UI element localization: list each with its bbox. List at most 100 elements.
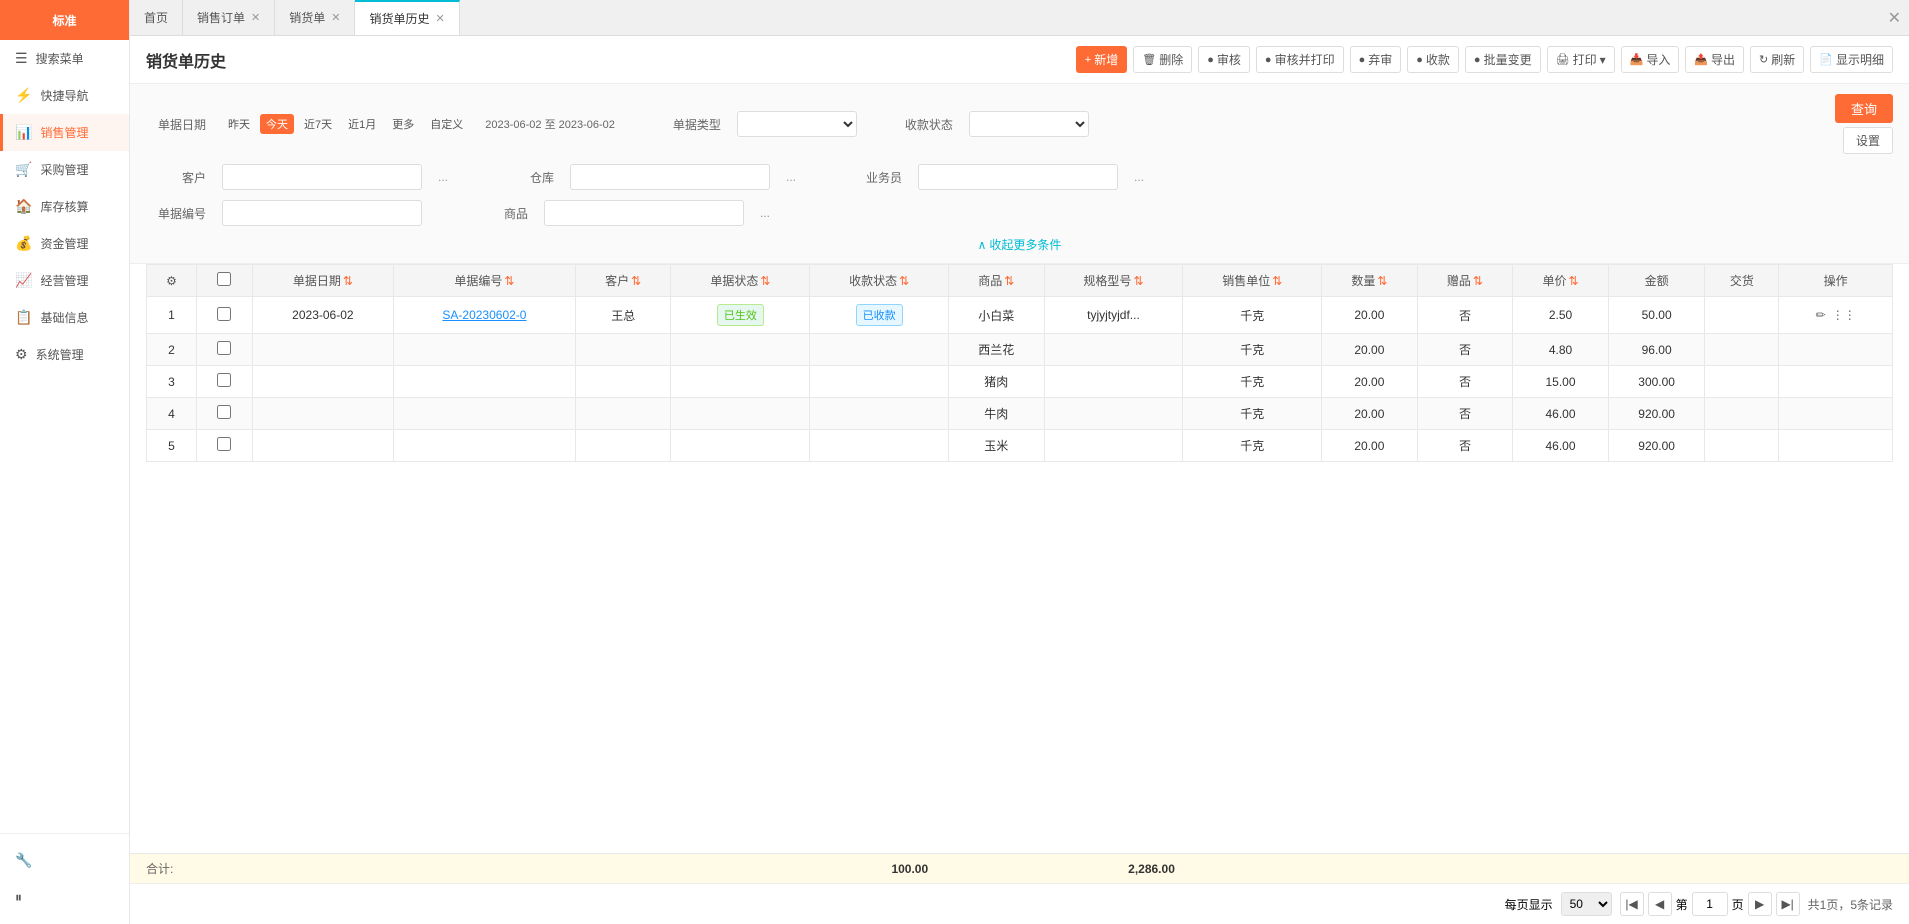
col-spec[interactable]: 规格型号⇅: [1044, 265, 1183, 297]
print-button[interactable]: 🖨 打印 ▾: [1547, 46, 1615, 73]
sidebar-collapse-btn[interactable]: ⏸: [0, 879, 129, 916]
query-button[interactable]: 查询: [1835, 94, 1893, 123]
warehouse-input[interactable]: [570, 164, 770, 190]
collect-button[interactable]: ● 收款: [1407, 46, 1459, 73]
tab-sales-history-close[interactable]: ✕: [436, 12, 445, 25]
sidebar-item-sales-mgmt[interactable]: 📊 销售管理: [0, 114, 129, 151]
audit-button[interactable]: ● 审核: [1198, 46, 1250, 73]
customer-input[interactable]: [222, 164, 422, 190]
collapse-button[interactable]: ∧ 收起更多条件: [978, 236, 1062, 253]
tabs-close-all[interactable]: ✕: [1888, 8, 1909, 28]
date-tab-more[interactable]: 更多: [386, 114, 420, 134]
date-tab-today[interactable]: 今天: [260, 114, 294, 134]
sidebar-settings-btn[interactable]: 🔧: [0, 842, 129, 879]
col-doc-status[interactable]: 单据状态⇅: [671, 265, 810, 297]
col-payment-status[interactable]: 收款状态⇅: [810, 265, 949, 297]
col-gift[interactable]: 赠品⇅: [1417, 265, 1513, 297]
tab-home[interactable]: 首页: [130, 0, 183, 35]
row-gift: 否: [1417, 334, 1513, 366]
toolbar: + 新增 🗑 删除 ● 审核 ● 审核并打印 ● 弃审: [1076, 46, 1893, 73]
row-customer: 王总: [575, 297, 671, 334]
sidebar-item-search-menu[interactable]: ☰ 搜索菜单: [0, 40, 129, 77]
prev-page-button[interactable]: ◀: [1648, 892, 1672, 916]
select-all-checkbox[interactable]: [217, 272, 231, 286]
row-amount: 96.00: [1608, 334, 1705, 366]
date-tab-1month[interactable]: 近1月: [342, 114, 382, 134]
salesperson-dots[interactable]: ...: [1134, 170, 1144, 184]
salesperson-input[interactable]: [918, 164, 1118, 190]
col-unit[interactable]: 销售单位⇅: [1183, 265, 1322, 297]
col-price[interactable]: 单价⇅: [1513, 265, 1609, 297]
payment-status-select[interactable]: [969, 111, 1089, 137]
row-ops: [1779, 430, 1893, 462]
customer-dots[interactable]: ...: [438, 170, 448, 184]
product-input[interactable]: [544, 200, 744, 226]
tabs-bar: 首页 销售订单 ✕ 销货单 ✕ 销货单历史 ✕ ✕: [130, 0, 1909, 36]
row-spec: [1044, 398, 1183, 430]
row-unit: 千克: [1183, 430, 1322, 462]
col-qty[interactable]: 数量⇅: [1322, 265, 1418, 297]
sidebar-item-purchase-mgmt[interactable]: 🛒 采购管理: [0, 151, 129, 188]
col-product[interactable]: 商品⇅: [949, 265, 1045, 297]
table-body: 12023-06-02SA-20230602-0王总已生效已收款小白菜tyjyj…: [147, 297, 1893, 462]
sidebar-item-basic-info[interactable]: 📋 基础信息: [0, 299, 129, 336]
tab-sales-delivery-close[interactable]: ✕: [331, 11, 340, 24]
sidebar-item-label: 系统管理: [36, 346, 84, 363]
date-tab-yesterday[interactable]: 昨天: [222, 114, 256, 134]
row-checkbox: [196, 398, 252, 430]
date-tab-custom[interactable]: 自定义: [424, 114, 469, 134]
row-doc-no: [393, 430, 575, 462]
doc-no-input[interactable]: [222, 200, 422, 226]
row-product: 猪肉: [949, 366, 1045, 398]
tab-sales-history[interactable]: 销货单历史 ✕: [355, 0, 459, 35]
sidebar-item-operations[interactable]: 📈 经营管理: [0, 262, 129, 299]
settings-button[interactable]: 设置: [1843, 127, 1893, 154]
more-icon[interactable]: ⋮⋮: [1832, 308, 1856, 322]
sidebar-item-finance[interactable]: 💰 资金管理: [0, 225, 129, 262]
finance-icon: 💰: [15, 235, 32, 252]
search-menu-icon: ☰: [15, 50, 28, 67]
sidebar-item-system-mgmt[interactable]: ⚙ 系统管理: [0, 336, 129, 373]
refresh-button[interactable]: ↻ 刷新: [1750, 46, 1804, 73]
import-button[interactable]: 📥 导入: [1621, 46, 1680, 73]
sidebar-item-label: 库存核算: [40, 198, 88, 215]
product-label: 商品: [468, 205, 528, 222]
date-tab-7days[interactable]: 近7天: [298, 114, 338, 134]
show-detail-button[interactable]: 📄 显示明细: [1810, 46, 1893, 73]
row-doc-no: SA-20230602-0: [393, 297, 575, 334]
page-size-select[interactable]: 50 10 20 100: [1561, 892, 1612, 916]
page-number-input[interactable]: [1692, 892, 1728, 916]
row-product: 西兰花: [949, 334, 1045, 366]
last-page-button[interactable]: ▶|: [1776, 892, 1800, 916]
row-customer: [575, 430, 671, 462]
col-settings[interactable]: ⚙: [147, 265, 197, 297]
col-doc-no[interactable]: 单据编号⇅: [393, 265, 575, 297]
edit-icon[interactable]: ✏: [1816, 308, 1826, 322]
sidebar-item-quick-nav[interactable]: ⚡ 快捷导航: [0, 77, 129, 114]
tab-sales-order[interactable]: 销售订单 ✕: [183, 0, 275, 35]
system-mgmt-icon: ⚙: [15, 346, 28, 363]
collapse-up-icon: ∧: [978, 238, 987, 252]
product-dots[interactable]: ...: [760, 206, 770, 220]
sidebar-bottom: 🔧 ⏸: [0, 833, 129, 924]
audit-print-button[interactable]: ● 审核并打印: [1256, 46, 1344, 73]
row-qty: 20.00: [1322, 334, 1418, 366]
first-page-button[interactable]: |◀: [1620, 892, 1644, 916]
batch-change-icon: ●: [1474, 54, 1481, 66]
delete-button[interactable]: 🗑 删除: [1133, 46, 1192, 73]
sidebar-item-inventory[interactable]: 🏠 库存核算: [0, 188, 129, 225]
doc-type-select[interactable]: [737, 111, 857, 137]
print-dropdown-icon: ▾: [1600, 53, 1606, 67]
col-customer[interactable]: 客户⇅: [575, 265, 671, 297]
filter-row-1: 单据日期 昨天 今天 近7天 近1月 更多 自定义 2023-06-02 至 2…: [146, 94, 1893, 154]
tab-sales-order-close[interactable]: ✕: [251, 11, 260, 24]
abandon-button[interactable]: ● 弃审: [1350, 46, 1402, 73]
new-button[interactable]: + 新增: [1076, 46, 1127, 73]
next-page-button[interactable]: ▶: [1748, 892, 1772, 916]
batch-change-button[interactable]: ● 批量变更: [1465, 46, 1541, 73]
export-button[interactable]: 📤 导出: [1685, 46, 1744, 73]
row-price: 2.50: [1513, 297, 1609, 334]
warehouse-dots[interactable]: ...: [786, 170, 796, 184]
tab-sales-delivery[interactable]: 销货单 ✕: [275, 0, 355, 35]
col-doc-date[interactable]: 单据日期⇅: [252, 265, 393, 297]
